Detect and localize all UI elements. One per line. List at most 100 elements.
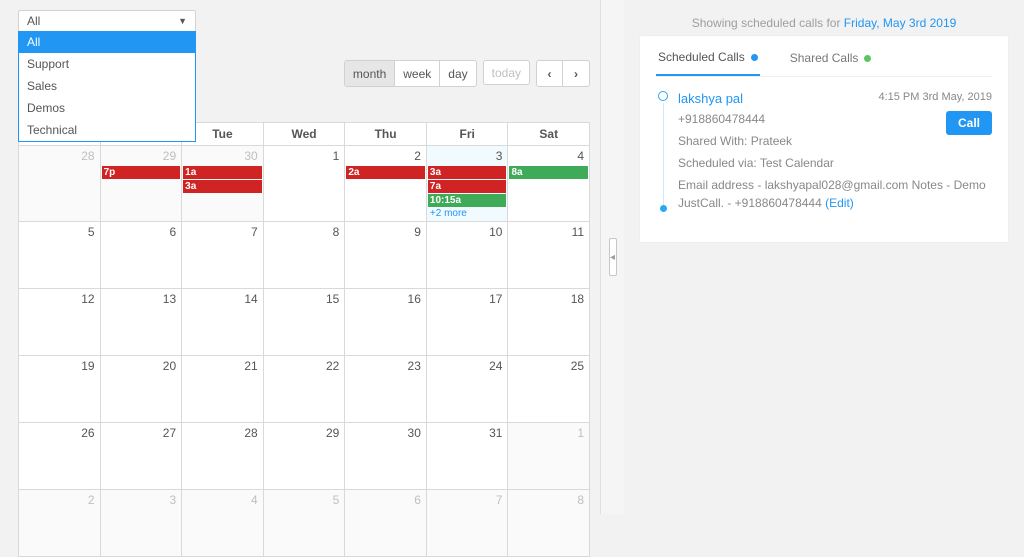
calendar-cell[interactable]: 14 (182, 289, 264, 355)
calendar-cell[interactable]: 48a (508, 146, 589, 221)
calendar-cell[interactable]: 9 (345, 222, 427, 288)
cell-date: 29 (265, 424, 344, 442)
calendar-cell[interactable]: 31 (427, 423, 509, 489)
day-header: Thu (345, 123, 427, 145)
edit-link[interactable]: (Edit) (825, 196, 854, 210)
calendar-cell[interactable]: 8 (508, 490, 589, 556)
view-week-button[interactable]: week (395, 61, 440, 86)
call-button[interactable]: Call (946, 111, 992, 135)
call-entry: lakshya pal 4:15 PM 3rd May, 2019 +91886… (678, 91, 992, 212)
prev-button[interactable]: ‹ (537, 61, 563, 86)
more-events-link[interactable]: +2 more (428, 207, 507, 220)
calendar-cell[interactable]: 19 (19, 356, 101, 422)
filter-dropdown[interactable]: All ▼ AllSupportSalesDemosTechnical (18, 10, 196, 32)
calendar-cell[interactable]: 26 (19, 423, 101, 489)
timeline-end-icon (660, 205, 667, 212)
calendar-cell[interactable]: 17 (427, 289, 509, 355)
cell-date: 13 (102, 290, 181, 308)
filter-option[interactable]: Support (19, 53, 195, 75)
sidebar-heading: Showing scheduled calls for Friday, May … (640, 12, 1008, 36)
cell-date: 5 (265, 491, 344, 509)
cell-date: 5 (20, 223, 99, 241)
calendar-cell[interactable]: 7 (182, 222, 264, 288)
calendar-cell[interactable]: 13 (101, 289, 183, 355)
cell-date: 21 (183, 357, 262, 375)
calendar-cell[interactable]: 5 (264, 490, 346, 556)
tab-scheduled-calls[interactable]: Scheduled Calls (656, 50, 760, 76)
calendar-cell[interactable]: 16 (345, 289, 427, 355)
calendar-cell[interactable]: 15 (264, 289, 346, 355)
cell-date: 31 (428, 424, 507, 442)
calendar-cell[interactable]: 21 (182, 356, 264, 422)
calendar-cell[interactable]: 297p (101, 146, 183, 221)
cell-date: 19 (20, 357, 99, 375)
cell-date: 28 (20, 147, 99, 165)
filter-option[interactable]: Demos (19, 97, 195, 119)
day-header: Fri (427, 123, 509, 145)
calendar-event[interactable]: 7a (428, 180, 507, 193)
view-day-button[interactable]: day (440, 61, 475, 86)
calendar-cell[interactable]: 18 (508, 289, 589, 355)
cell-date: 27 (102, 424, 181, 442)
calendar-cell[interactable]: 3 (101, 490, 183, 556)
next-button[interactable]: › (563, 61, 589, 86)
day-header: Wed (264, 123, 346, 145)
timeline-rail (656, 91, 670, 212)
calendar-cell[interactable]: 5 (19, 222, 101, 288)
calendar-cell[interactable]: 30 (345, 423, 427, 489)
cell-date: 8 (509, 491, 588, 509)
entry-time: 4:15 PM 3rd May, 2019 (878, 91, 992, 103)
cell-date: 18 (509, 290, 588, 308)
calendar-event[interactable]: 3a (428, 166, 507, 179)
tab-shared-calls[interactable]: Shared Calls (788, 50, 874, 76)
cell-date: 30 (346, 424, 425, 442)
filter-option[interactable]: Sales (19, 75, 195, 97)
calendar-cell[interactable]: 1 (508, 423, 589, 489)
calendar-cell[interactable]: 28 (182, 423, 264, 489)
calendar-cell[interactable]: 301a3a (182, 146, 264, 221)
calendar-cell[interactable]: 29 (264, 423, 346, 489)
cell-date: 3 (428, 147, 507, 165)
calendar-cell[interactable]: 6 (345, 490, 427, 556)
calendar-event[interactable]: 3a (183, 180, 262, 193)
sidebar-heading-date: Friday, May 3rd 2019 (844, 16, 957, 30)
cell-date: 4 (509, 147, 588, 165)
calendar-cell[interactable]: 8 (264, 222, 346, 288)
cell-date: 20 (102, 357, 181, 375)
calendar-cell[interactable]: 6 (101, 222, 183, 288)
filter-option[interactable]: Technical (19, 119, 195, 141)
timeline-node-icon (658, 91, 668, 101)
calendar-cell[interactable]: 25 (508, 356, 589, 422)
cell-date: 1 (265, 147, 344, 165)
cell-date: 2 (20, 491, 99, 509)
calendar-cell[interactable]: 24 (427, 356, 509, 422)
cell-date: 30 (183, 147, 262, 165)
filter-option[interactable]: All (19, 31, 195, 53)
calendar-event[interactable]: 10:15a (428, 194, 507, 207)
calendar-cell[interactable]: 23 (345, 356, 427, 422)
calendar-cell[interactable]: 22 (264, 356, 346, 422)
calendar-cell[interactable]: 7 (427, 490, 509, 556)
calendar-event[interactable]: 1a (183, 166, 262, 179)
calendar-cell[interactable]: 2 (19, 490, 101, 556)
calendar-cell[interactable]: 27 (101, 423, 183, 489)
view-month-button[interactable]: month (345, 61, 395, 86)
calendar-cell[interactable]: 28 (19, 146, 101, 221)
calendar-cell[interactable]: 22a (345, 146, 427, 221)
calendar-event[interactable]: 7p (102, 166, 181, 179)
cell-date: 8 (265, 223, 344, 241)
calendar-cell[interactable]: 1 (264, 146, 346, 221)
resize-handle[interactable]: ◂ (600, 0, 624, 514)
calendar-event[interactable]: 8a (509, 166, 588, 179)
calendar-cell[interactable]: 12 (19, 289, 101, 355)
chevron-down-icon: ▼ (178, 11, 187, 31)
calendar-cell[interactable]: 33a7a10:15a+2 more (427, 146, 509, 221)
calendar-cell[interactable]: 4 (182, 490, 264, 556)
calendar-cell[interactable]: 20 (101, 356, 183, 422)
today-button[interactable]: today (483, 60, 530, 85)
cell-date: 15 (265, 290, 344, 308)
calendar-cell[interactable]: 10 (427, 222, 509, 288)
calendar-event[interactable]: 2a (346, 166, 425, 179)
calendar-cell[interactable]: 11 (508, 222, 589, 288)
cell-date: 1 (509, 424, 588, 442)
